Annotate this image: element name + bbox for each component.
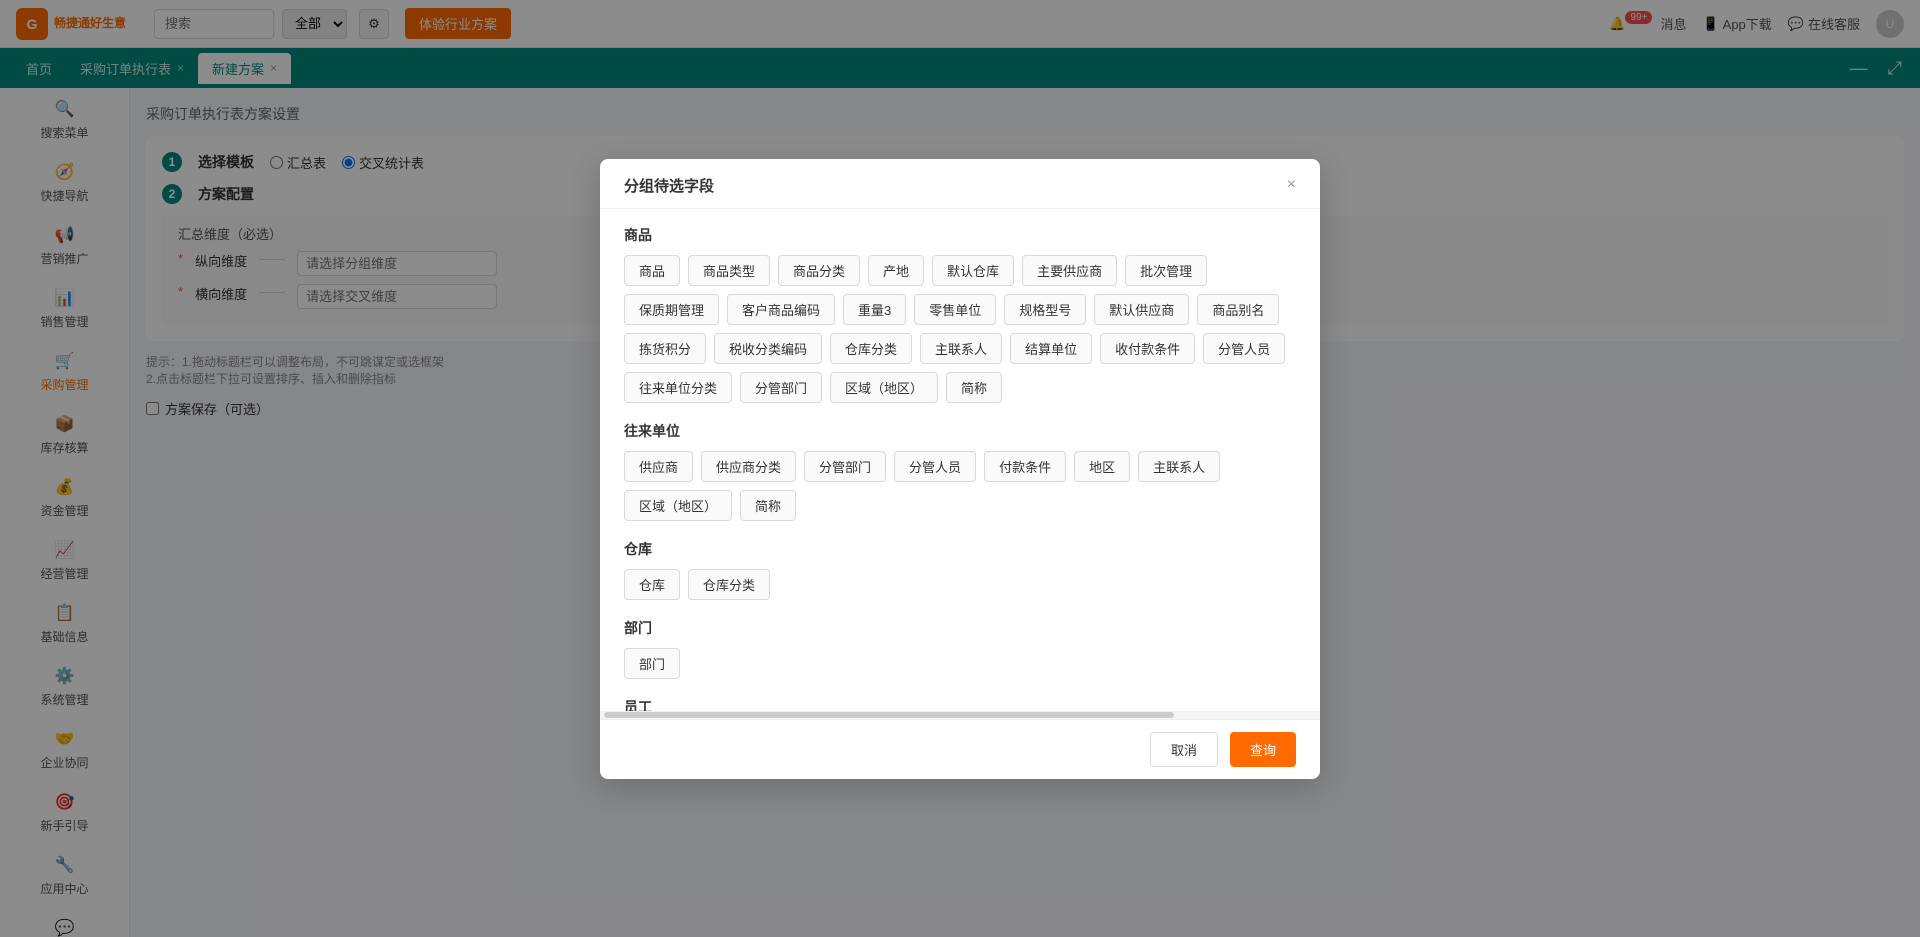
section-goods-title: 商品 — [624, 225, 1296, 245]
chip-spec-model[interactable]: 规格型号 — [1004, 294, 1086, 325]
modal-header: 分组待选字段 × — [600, 159, 1320, 209]
chip-warehouse-category[interactable]: 仓库分类 — [830, 333, 912, 364]
chip-pick-points[interactable]: 拣货积分 — [624, 333, 706, 364]
modal-hscroll[interactable] — [600, 711, 1320, 719]
chip-region2[interactable]: 区域（地区） — [624, 490, 732, 521]
chip-area[interactable]: 地区 — [1074, 451, 1130, 482]
chip-payment-cond[interactable]: 付款条件 — [984, 451, 1066, 482]
hscroll-thumb — [604, 712, 1174, 718]
modal-backdrop: 分组待选字段 × 商品 商品 商品类型 商品分类 产地 默认仓库 主要供应商 批… — [0, 0, 1920, 937]
chip-short-name[interactable]: 简称 — [946, 372, 1002, 403]
section-goods: 商品 商品 商品类型 商品分类 产地 默认仓库 主要供应商 批次管理 保质期管理… — [624, 225, 1296, 403]
chip-goods-category[interactable]: 商品分类 — [778, 255, 860, 286]
modal-footer: 取消 查询 — [600, 719, 1320, 779]
chip-partner-category[interactable]: 往来单位分类 — [624, 372, 732, 403]
chip-tax-code[interactable]: 税收分类编码 — [714, 333, 822, 364]
warehouse-chips: 仓库 仓库分类 — [624, 569, 1296, 600]
chip-warehouse-cat[interactable]: 仓库分类 — [688, 569, 770, 600]
chip-customer-code[interactable]: 客户商品编码 — [727, 294, 835, 325]
chip-default-warehouse[interactable]: 默认仓库 — [932, 255, 1014, 286]
chip-weight[interactable]: 重量3 — [843, 294, 906, 325]
section-warehouse-title: 仓库 — [624, 539, 1296, 559]
chip-retail-unit[interactable]: 零售单位 — [914, 294, 996, 325]
chip-department[interactable]: 部门 — [624, 648, 680, 679]
chip-default-supplier[interactable]: 默认供应商 — [1094, 294, 1189, 325]
modal-close-btn[interactable]: × — [1287, 177, 1296, 193]
chip-manager2[interactable]: 分管人员 — [894, 451, 976, 482]
section-department-title: 部门 — [624, 618, 1296, 638]
chip-supplier-category[interactable]: 供应商分类 — [701, 451, 796, 482]
section-warehouse: 仓库 仓库 仓库分类 — [624, 539, 1296, 600]
chip-main-contact[interactable]: 主联系人 — [920, 333, 1002, 364]
chip-origin[interactable]: 产地 — [868, 255, 924, 286]
chip-goods[interactable]: 商品 — [624, 255, 680, 286]
chip-manager[interactable]: 分管人员 — [1203, 333, 1285, 364]
chip-goods-type[interactable]: 商品类型 — [688, 255, 770, 286]
chip-short-name2[interactable]: 简称 — [740, 490, 796, 521]
chip-supplier[interactable]: 供应商 — [624, 451, 693, 482]
chip-main-supplier[interactable]: 主要供应商 — [1022, 255, 1117, 286]
chip-settlement-unit[interactable]: 结算单位 — [1010, 333, 1092, 364]
partners-chips: 供应商 供应商分类 分管部门 分管人员 付款条件 地区 主联系人 区域（地区） … — [624, 451, 1296, 521]
modal-body: 商品 商品 商品类型 商品分类 产地 默认仓库 主要供应商 批次管理 保质期管理… — [600, 209, 1320, 711]
section-department: 部门 部门 — [624, 618, 1296, 679]
chip-batch-mgmt[interactable]: 批次管理 — [1125, 255, 1207, 286]
modal-title: 分组待选字段 — [624, 175, 714, 196]
chip-shelf-life[interactable]: 保质期管理 — [624, 294, 719, 325]
chip-dept[interactable]: 分管部门 — [740, 372, 822, 403]
section-partners-title: 往来单位 — [624, 421, 1296, 441]
section-employee: 员工 业务员 — [624, 697, 1296, 711]
chip-region[interactable]: 区域（地区） — [830, 372, 938, 403]
department-chips: 部门 — [624, 648, 1296, 679]
chip-warehouse[interactable]: 仓库 — [624, 569, 680, 600]
modal-dialog: 分组待选字段 × 商品 商品 商品类型 商品分类 产地 默认仓库 主要供应商 批… — [600, 159, 1320, 779]
confirm-button[interactable]: 查询 — [1230, 732, 1296, 767]
chip-main-contact2[interactable]: 主联系人 — [1138, 451, 1220, 482]
section-employee-title: 员工 — [624, 697, 1296, 711]
chip-goods-alias[interactable]: 商品别名 — [1197, 294, 1279, 325]
goods-chips: 商品 商品类型 商品分类 产地 默认仓库 主要供应商 批次管理 保质期管理 客户… — [624, 255, 1296, 403]
chip-dept2[interactable]: 分管部门 — [804, 451, 886, 482]
cancel-button[interactable]: 取消 — [1150, 732, 1218, 767]
chip-payment-terms[interactable]: 收付款条件 — [1100, 333, 1195, 364]
section-partners: 往来单位 供应商 供应商分类 分管部门 分管人员 付款条件 地区 主联系人 区域… — [624, 421, 1296, 521]
